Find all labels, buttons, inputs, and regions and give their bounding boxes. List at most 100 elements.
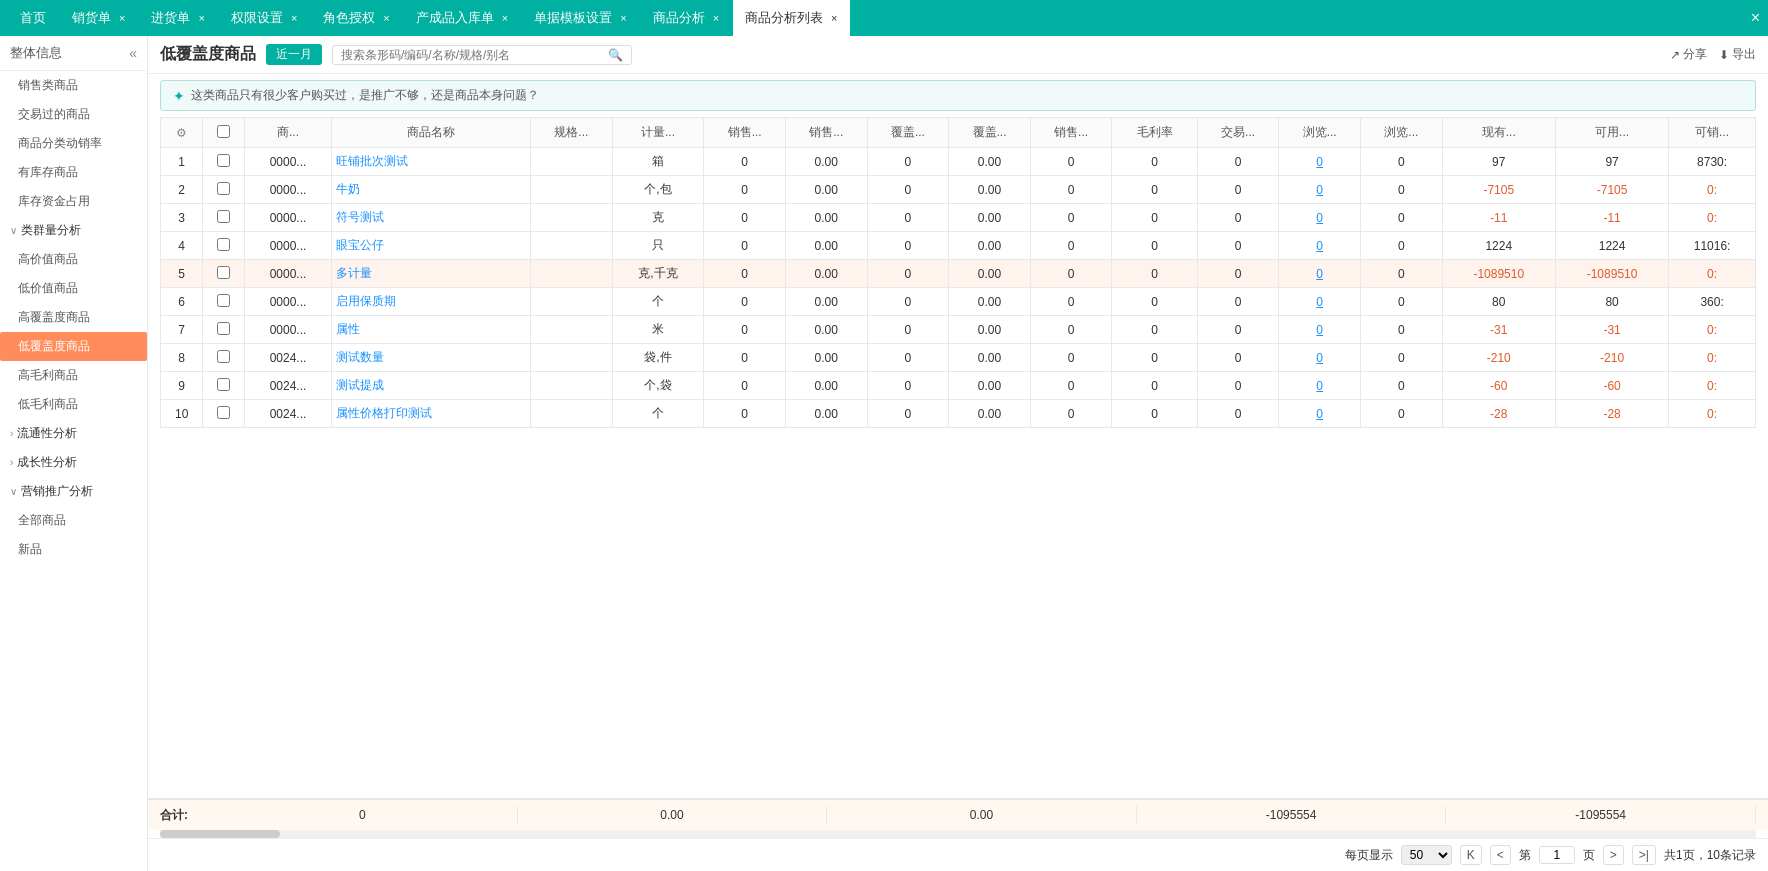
row-num: 6 [161, 288, 203, 316]
nav-template-settings[interactable]: 单据模板设置 × [522, 0, 638, 36]
sidebar-item-traded-goods[interactable]: 交易过的商品 [0, 100, 147, 129]
sidebar-section-cluster[interactable]: ∨ 类群量分析 [0, 216, 147, 245]
current-page-input[interactable] [1539, 846, 1575, 864]
row-checkbox[interactable] [203, 204, 245, 232]
row-checkbox[interactable] [203, 288, 245, 316]
scrollbar-thumb[interactable] [160, 830, 280, 838]
nav-permission-settings[interactable]: 权限设置 × [219, 0, 309, 36]
row-select-checkbox[interactable] [217, 210, 230, 223]
sidebar-section-marketing[interactable]: ∨ 营销推广分析 [0, 477, 147, 506]
col-setting[interactable]: ⚙ [161, 118, 203, 148]
row-checkbox[interactable] [203, 260, 245, 288]
row-name[interactable]: 属性价格打印测试 [331, 400, 530, 428]
row-browse1[interactable]: 0 [1279, 372, 1361, 400]
row-checkbox[interactable] [203, 148, 245, 176]
close-icon[interactable]: × [713, 12, 719, 24]
chevron-right-icon: › [10, 457, 13, 468]
sidebar-section-liquidity[interactable]: › 流通性分析 [0, 419, 147, 448]
close-icon[interactable]: × [831, 12, 837, 24]
row-checkbox[interactable] [203, 400, 245, 428]
sidebar-item-low-coverage[interactable]: 低覆盖度商品 [0, 332, 147, 361]
row-select-checkbox[interactable] [217, 378, 230, 391]
close-icon[interactable]: × [502, 12, 508, 24]
row-select-checkbox[interactable] [217, 350, 230, 363]
row-name[interactable]: 牛奶 [331, 176, 530, 204]
col-checkbox[interactable] [203, 118, 245, 148]
nav-finished-goods[interactable]: 产成品入库单 × [404, 0, 520, 36]
settings-icon[interactable]: ⚙ [176, 126, 187, 140]
row-checkbox[interactable] [203, 372, 245, 400]
sidebar-item-new-goods[interactable]: 新品 [0, 535, 147, 564]
sidebar-item-high-coverage[interactable]: 高覆盖度商品 [0, 303, 147, 332]
sidebar-item-all-goods[interactable]: 全部商品 [0, 506, 147, 535]
sidebar-item-high-value[interactable]: 高价值商品 [0, 245, 147, 274]
sidebar-item-high-profit[interactable]: 高毛利商品 [0, 361, 147, 390]
row-name[interactable]: 测试提成 [331, 372, 530, 400]
next-page-button[interactable]: > [1603, 845, 1624, 865]
row-select-checkbox[interactable] [217, 154, 230, 167]
sidebar-item-category-turnover[interactable]: 商品分类动销率 [0, 129, 147, 158]
header-actions: ↗ 分享 ⬇ 导出 [1670, 46, 1756, 63]
row-current: 97 [1442, 148, 1555, 176]
row-checkbox[interactable] [203, 316, 245, 344]
nav-sales-order[interactable]: 销货单 × [60, 0, 137, 36]
sidebar-item-low-value[interactable]: 低价值商品 [0, 274, 147, 303]
row-browse1[interactable]: 0 [1279, 288, 1361, 316]
row-checkbox[interactable] [203, 232, 245, 260]
search-input[interactable] [341, 48, 604, 62]
nav-product-analysis[interactable]: 商品分析 × [641, 0, 731, 36]
horizontal-scrollbar[interactable] [160, 830, 1756, 838]
share-button[interactable]: ↗ 分享 [1670, 46, 1707, 63]
sidebar-item-sales-goods[interactable]: 销售类商品 [0, 71, 147, 100]
row-name[interactable]: 属性 [331, 316, 530, 344]
row-checkbox[interactable] [203, 176, 245, 204]
row-select-checkbox[interactable] [217, 322, 230, 335]
row-browse1[interactable]: 0 [1279, 344, 1361, 372]
sidebar-section-growth[interactable]: › 成长性分析 [0, 448, 147, 477]
close-icon[interactable]: × [198, 12, 204, 24]
col-browse1-header: 浏览... [1279, 118, 1361, 148]
window-close-button[interactable]: × [1751, 9, 1760, 27]
row-select-checkbox[interactable] [217, 294, 230, 307]
row-browse1[interactable]: 0 [1279, 260, 1361, 288]
row-name[interactable]: 眼宝公仔 [331, 232, 530, 260]
row-name[interactable]: 符号测试 [331, 204, 530, 232]
row-browse1[interactable]: 0 [1279, 316, 1361, 344]
row-select-checkbox[interactable] [217, 182, 230, 195]
row-name[interactable]: 多计量 [331, 260, 530, 288]
sidebar-item-inventory-capital[interactable]: 库存资金占用 [0, 187, 147, 216]
close-icon[interactable]: × [620, 12, 626, 24]
row-select-checkbox[interactable] [217, 406, 230, 419]
row-select-checkbox[interactable] [217, 266, 230, 279]
sidebar-collapse-button[interactable]: « [129, 45, 137, 61]
row-browse1[interactable]: 0 [1279, 232, 1361, 260]
row-sellable: 0: [1669, 260, 1756, 288]
sidebar-item-in-stock[interactable]: 有库存商品 [0, 158, 147, 187]
nav-product-analysis-list[interactable]: 商品分析列表 × [733, 0, 849, 36]
row-name[interactable]: 测试数量 [331, 344, 530, 372]
close-icon[interactable]: × [119, 12, 125, 24]
last-page-button[interactable]: >| [1632, 845, 1656, 865]
row-browse1[interactable]: 0 [1279, 204, 1361, 232]
nav-purchase-order[interactable]: 进货单 × [139, 0, 216, 36]
first-page-button[interactable]: K [1460, 845, 1482, 865]
page-size-select[interactable]: 50 20 100 [1401, 845, 1452, 865]
sidebar-item-low-profit[interactable]: 低毛利商品 [0, 390, 147, 419]
row-browse1[interactable]: 0 [1279, 400, 1361, 428]
row-select-checkbox[interactable] [217, 238, 230, 251]
row-browse1[interactable]: 0 [1279, 148, 1361, 176]
search-icon[interactable]: 🔍 [608, 48, 623, 62]
row-name[interactable]: 启用保质期 [331, 288, 530, 316]
nav-role-auth[interactable]: 角色授权 × [311, 0, 401, 36]
row-browse1[interactable]: 0 [1279, 176, 1361, 204]
close-icon[interactable]: × [291, 12, 297, 24]
row-name[interactable]: 旺铺批次测试 [331, 148, 530, 176]
row-checkbox[interactable] [203, 344, 245, 372]
close-icon[interactable]: × [383, 12, 389, 24]
row-unit: 克,千克 [612, 260, 704, 288]
nav-home[interactable]: 首页 [8, 0, 58, 36]
prev-page-button[interactable]: < [1490, 845, 1511, 865]
period-button[interactable]: 近一月 [266, 44, 322, 65]
select-all-checkbox[interactable] [217, 125, 230, 138]
export-button[interactable]: ⬇ 导出 [1719, 46, 1756, 63]
